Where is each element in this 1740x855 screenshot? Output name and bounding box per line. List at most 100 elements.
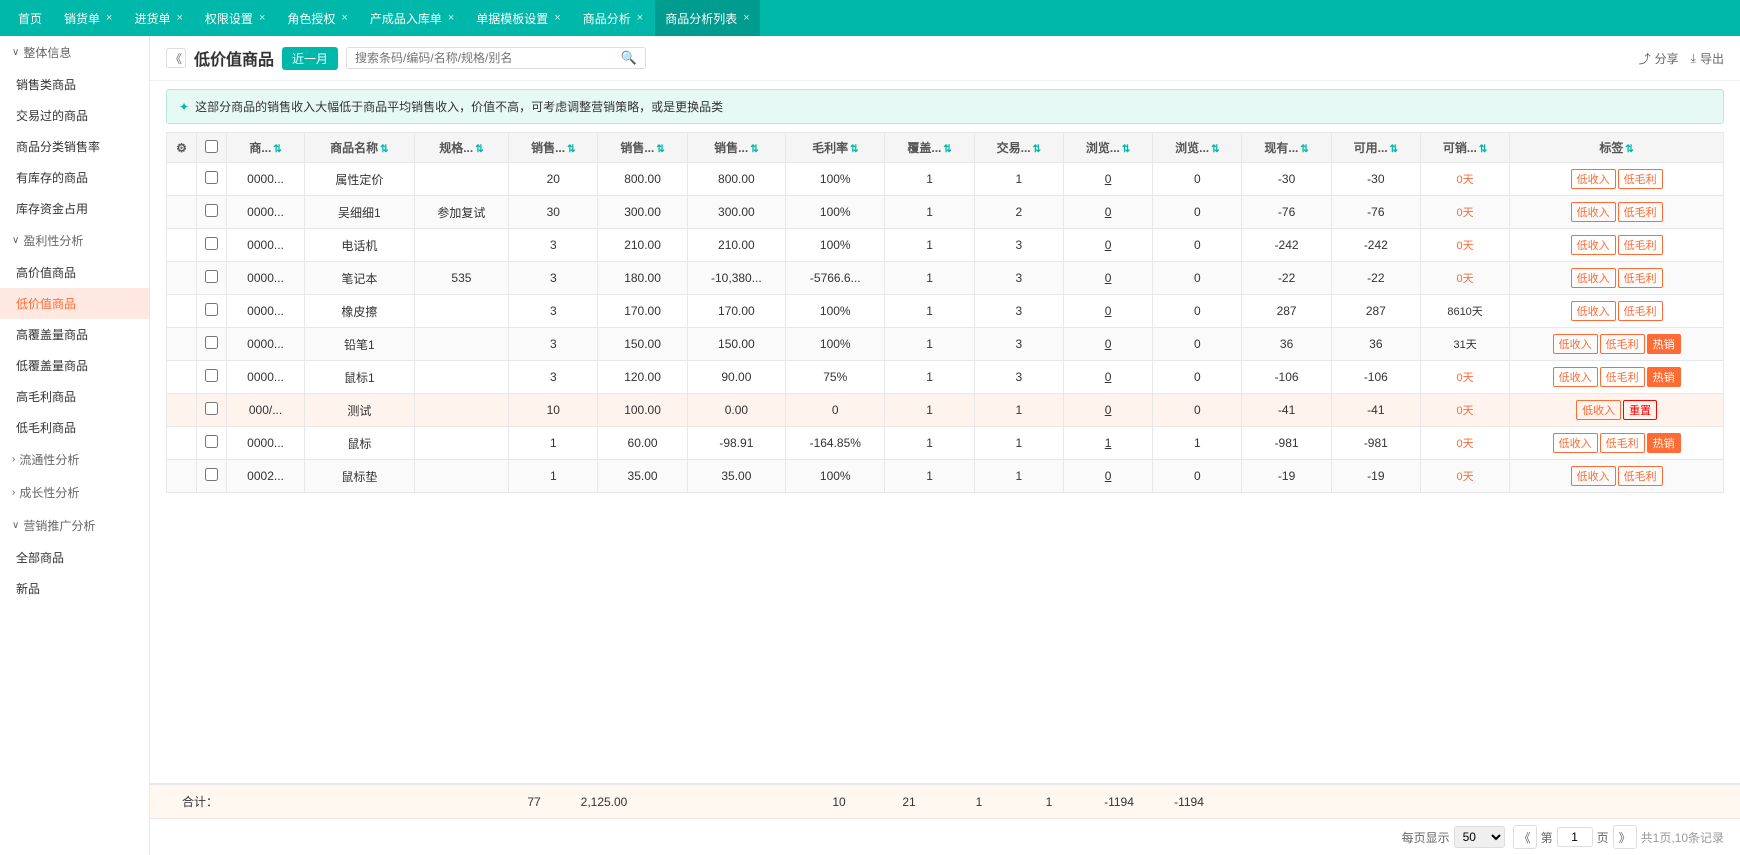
- nav-product-analysis-list[interactable]: 商品分析列表 ×: [655, 0, 759, 36]
- row-checkbox[interactable]: [205, 171, 218, 184]
- row-checkbox-cell[interactable]: [197, 229, 227, 262]
- row-settings[interactable]: [167, 361, 197, 394]
- browse-link[interactable]: 0: [1105, 304, 1112, 318]
- row-browse1[interactable]: 0: [1063, 295, 1152, 328]
- page-header: 《 低价值商品 近一月 🔍 ⤴ 分享 ⤓ 导出: [150, 36, 1740, 81]
- row-checkbox-cell[interactable]: [197, 262, 227, 295]
- close-icon[interactable]: ×: [341, 12, 347, 24]
- row-checkbox[interactable]: [205, 402, 218, 415]
- search-icon[interactable]: 🔍: [621, 50, 637, 66]
- row-checkbox-cell[interactable]: [197, 328, 227, 361]
- browse-link[interactable]: 0: [1105, 337, 1112, 351]
- row-browse1[interactable]: 1: [1063, 427, 1152, 460]
- page-number-input[interactable]: [1557, 827, 1593, 847]
- close-icon[interactable]: ×: [743, 12, 749, 24]
- row-browse1[interactable]: 0: [1063, 163, 1152, 196]
- row-checkbox[interactable]: [205, 237, 218, 250]
- row-browse1[interactable]: 0: [1063, 394, 1152, 427]
- row-checkbox[interactable]: [205, 435, 218, 448]
- row-browse1[interactable]: 0: [1063, 196, 1152, 229]
- search-input[interactable]: [355, 51, 617, 65]
- sidebar-group-flow[interactable]: › 流通性分析: [0, 443, 149, 476]
- row-settings[interactable]: [167, 295, 197, 328]
- row-sales1: 3: [509, 328, 598, 361]
- row-settings[interactable]: [167, 394, 197, 427]
- sidebar-group-marketing[interactable]: ∨ 营销推广分析: [0, 509, 149, 542]
- row-checkbox-cell[interactable]: [197, 196, 227, 229]
- nav-purchase-order[interactable]: 进货单 ×: [124, 0, 192, 36]
- row-checkbox[interactable]: [205, 468, 218, 481]
- row-checkbox-cell[interactable]: [197, 460, 227, 493]
- last-page-button[interactable]: 》: [1613, 825, 1637, 849]
- sidebar-item-traded-goods[interactable]: 交易过的商品: [0, 100, 149, 131]
- close-icon[interactable]: ×: [259, 12, 265, 24]
- nav-product-inbound[interactable]: 产成品入库单 ×: [360, 0, 464, 36]
- row-browse1[interactable]: 0: [1063, 460, 1152, 493]
- filter-button[interactable]: 近一月: [282, 47, 338, 70]
- sidebar-item-high-margin[interactable]: 高毛利商品: [0, 381, 149, 412]
- row-checkbox-cell[interactable]: [197, 427, 227, 460]
- page-size-select[interactable]: 50 100 200: [1454, 826, 1505, 848]
- row-settings[interactable]: [167, 328, 197, 361]
- row-settings[interactable]: [167, 262, 197, 295]
- browse-link[interactable]: 0: [1105, 403, 1112, 417]
- sidebar-item-low-coverage[interactable]: 低覆盖量商品: [0, 350, 149, 381]
- sidebar-item-category-rate[interactable]: 商品分类销售率: [0, 131, 149, 162]
- sidebar-group-overall[interactable]: ∨ 整体信息: [0, 36, 149, 69]
- row-checkbox[interactable]: [205, 204, 218, 217]
- sidebar-item-new-goods[interactable]: 新品: [0, 573, 149, 604]
- row-settings[interactable]: [167, 460, 197, 493]
- sidebar-item-stock-capital[interactable]: 库存资金占用: [0, 193, 149, 224]
- browse-link[interactable]: 0: [1105, 370, 1112, 384]
- browse-link[interactable]: 0: [1105, 172, 1112, 186]
- close-icon[interactable]: ×: [554, 12, 560, 24]
- row-checkbox[interactable]: [205, 303, 218, 316]
- sidebar-group-profit[interactable]: ∨ 盈利性分析: [0, 224, 149, 257]
- sidebar-item-stocked-goods[interactable]: 有库存的商品: [0, 162, 149, 193]
- sidebar-collapse-button[interactable]: 《: [166, 48, 186, 68]
- row-checkbox-cell[interactable]: [197, 394, 227, 427]
- row-checkbox-cell[interactable]: [197, 163, 227, 196]
- table-header-settings[interactable]: ⚙: [167, 133, 197, 163]
- nav-template-setting[interactable]: 单据模板设置 ×: [466, 0, 570, 36]
- first-page-button[interactable]: 《: [1513, 825, 1537, 849]
- row-checkbox[interactable]: [205, 369, 218, 382]
- row-browse1[interactable]: 0: [1063, 262, 1152, 295]
- share-button[interactable]: ⤴ 分享: [1639, 50, 1679, 67]
- sidebar-group-growth[interactable]: › 成长性分析: [0, 476, 149, 509]
- sidebar-item-high-coverage[interactable]: 高覆盖量商品: [0, 319, 149, 350]
- nav-sales-order[interactable]: 销货单 ×: [54, 0, 122, 36]
- browse-link[interactable]: 0: [1105, 238, 1112, 252]
- close-icon[interactable]: ×: [176, 12, 182, 24]
- nav-permission-setting[interactable]: 权限设置 ×: [195, 0, 275, 36]
- row-checkbox-cell[interactable]: [197, 361, 227, 394]
- export-button[interactable]: ⤓ 导出: [1691, 50, 1724, 67]
- nav-home[interactable]: 首页: [8, 0, 52, 36]
- close-icon[interactable]: ×: [106, 12, 112, 24]
- row-browse1[interactable]: 0: [1063, 328, 1152, 361]
- row-settings[interactable]: [167, 163, 197, 196]
- row-browse1[interactable]: 0: [1063, 229, 1152, 262]
- row-checkbox-cell[interactable]: [197, 295, 227, 328]
- nav-product-analysis[interactable]: 商品分析 ×: [573, 0, 653, 36]
- browse-link[interactable]: 0: [1105, 469, 1112, 483]
- row-settings[interactable]: [167, 229, 197, 262]
- browse-link[interactable]: 1: [1105, 436, 1112, 450]
- sidebar-item-sales-goods[interactable]: 销售类商品: [0, 69, 149, 100]
- nav-role-auth[interactable]: 角色授权 ×: [277, 0, 357, 36]
- sidebar-item-low-value[interactable]: 低价值商品: [0, 288, 149, 319]
- sidebar-item-all-goods[interactable]: 全部商品: [0, 542, 149, 573]
- close-icon[interactable]: ×: [637, 12, 643, 24]
- browse-link[interactable]: 0: [1105, 205, 1112, 219]
- row-checkbox[interactable]: [205, 336, 218, 349]
- close-icon[interactable]: ×: [448, 12, 454, 24]
- sidebar-item-low-margin[interactable]: 低毛利商品: [0, 412, 149, 443]
- row-checkbox[interactable]: [205, 270, 218, 283]
- table-header-checkbox[interactable]: [197, 133, 227, 163]
- select-all-checkbox[interactable]: [205, 140, 218, 153]
- row-browse1[interactable]: 0: [1063, 361, 1152, 394]
- browse-link[interactable]: 0: [1105, 271, 1112, 285]
- sidebar-item-high-value[interactable]: 高价值商品: [0, 257, 149, 288]
- row-settings[interactable]: [167, 196, 197, 229]
- row-settings[interactable]: [167, 427, 197, 460]
